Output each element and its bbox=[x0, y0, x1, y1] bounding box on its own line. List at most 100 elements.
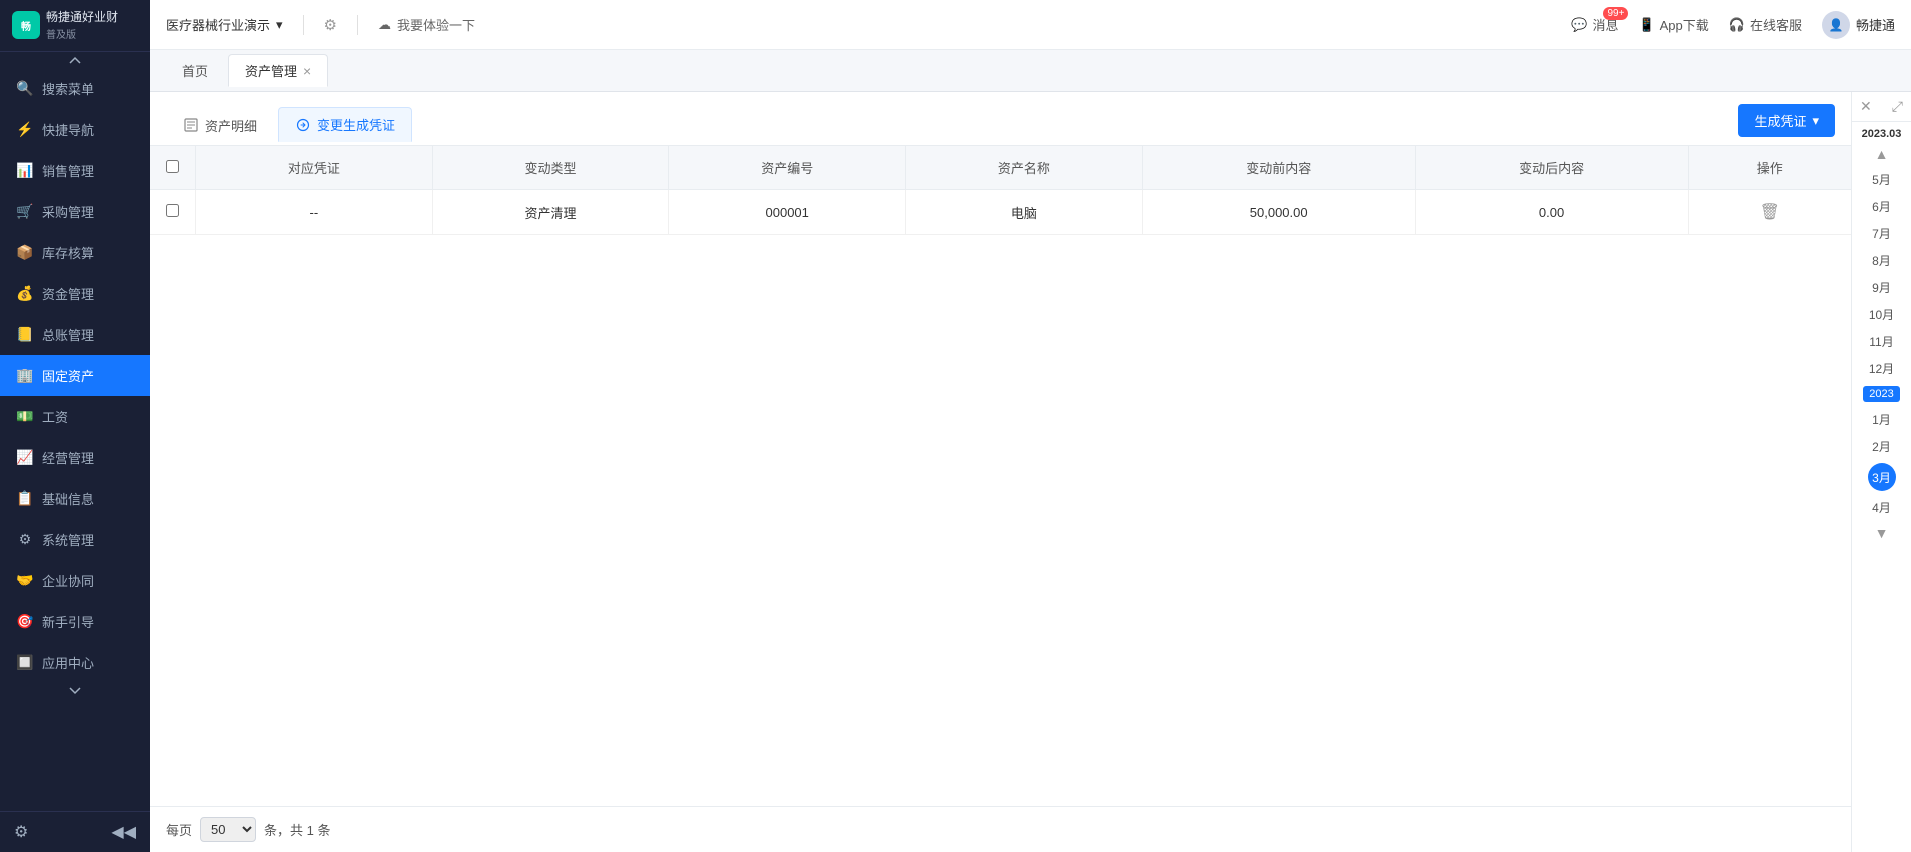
settings-gear-icon[interactable]: ⚙ bbox=[324, 16, 337, 34]
sidebar-item-label: 总账管理 bbox=[42, 325, 94, 344]
total-count: 条，共 1 条 bbox=[264, 820, 330, 839]
cell-action: 🗑 bbox=[1688, 190, 1851, 235]
panel-close-button[interactable]: ✕ bbox=[1860, 98, 1872, 115]
nav-down-arrow[interactable]: ▼ bbox=[1852, 521, 1911, 545]
settings-icon[interactable]: ⚙ bbox=[14, 822, 28, 842]
sidebar-scroll-down[interactable] bbox=[0, 683, 150, 699]
month-item-8[interactable]: 8月 bbox=[1852, 247, 1911, 274]
cell-before-content: 50,000.00 bbox=[1142, 190, 1415, 235]
month-item-11[interactable]: 11月 bbox=[1852, 328, 1911, 355]
collapse-icon[interactable]: ◀◀ bbox=[111, 822, 136, 842]
sidebar-item-search[interactable]: 🔍 搜索菜单 bbox=[0, 68, 150, 109]
tabbar: 首页 资产管理 × bbox=[150, 50, 1911, 92]
subtab-change-generate[interactable]: 变更生成凭证 bbox=[278, 107, 412, 142]
sidebar-item-label: 销售管理 bbox=[42, 161, 94, 180]
right-panel-header: ✕ ⤢ bbox=[1852, 92, 1911, 122]
sidebar-item-label: 应用中心 bbox=[42, 653, 94, 672]
sidebar-logo: 畅 畅捷通好业财 普及版 bbox=[0, 0, 150, 52]
col-before-content: 变动前内容 bbox=[1142, 146, 1415, 190]
month-item-6[interactable]: 6月 bbox=[1852, 193, 1911, 220]
table-header-row: 对应凭证 变动类型 资产编号 资产名称 bbox=[150, 146, 1851, 190]
month-list: ▲ 5月 6月 7月 8月 9月 10月 bbox=[1852, 142, 1911, 852]
message-badge: 99+ bbox=[1603, 7, 1628, 20]
sidebar-item-general-ledger[interactable]: 📒 总账管理 bbox=[0, 314, 150, 355]
sidebar-scroll: 🔍 搜索菜单 ⚡ 快捷导航 📊 销售管理 🛒 采购管理 📦 库存核算 💰 资金管… bbox=[0, 52, 150, 811]
month-item-3-active[interactable]: 3月 bbox=[1868, 463, 1896, 491]
sidebar-item-system[interactable]: ⚙ 系统管理 bbox=[0, 519, 150, 560]
company-selector[interactable]: 医疗器械行业演示 ▾ bbox=[166, 15, 283, 34]
sidebar-item-salary[interactable]: 💵 工资 bbox=[0, 396, 150, 437]
customer-service-label: 在线客服 bbox=[1750, 15, 1802, 34]
company-dropdown-icon: ▾ bbox=[276, 17, 283, 33]
sidebar-item-enterprise[interactable]: 🤝 企业协同 bbox=[0, 560, 150, 601]
sidebar-item-label: 采购管理 bbox=[42, 202, 94, 221]
sidebar-item-basic-info[interactable]: 📋 基础信息 bbox=[0, 478, 150, 519]
sidebar-item-purchase[interactable]: 🛒 采购管理 bbox=[0, 191, 150, 232]
topbar-separator bbox=[303, 15, 304, 35]
sidebar-scroll-up[interactable] bbox=[0, 52, 150, 68]
message-btn[interactable]: 💬 消息 99+ bbox=[1571, 15, 1618, 34]
sidebar-item-sales[interactable]: 📊 销售管理 bbox=[0, 150, 150, 191]
subtab-asset-detail-label: 资产明细 bbox=[205, 116, 257, 135]
sidebar-item-operation[interactable]: 📈 经营管理 bbox=[0, 437, 150, 478]
nav-up-arrow[interactable]: ▲ bbox=[1852, 142, 1911, 166]
salary-icon: 💵 bbox=[16, 407, 34, 425]
operation-icon: 📈 bbox=[16, 448, 34, 466]
topbar-separator2 bbox=[357, 15, 358, 35]
sidebar-item-fixed-assets[interactable]: 🏢 固定资产 bbox=[0, 355, 150, 396]
search-icon: 🔍 bbox=[16, 79, 34, 97]
sales-icon: 📊 bbox=[16, 161, 34, 179]
col-change-type: 变动类型 bbox=[432, 146, 669, 190]
app-icon: 📱 bbox=[1638, 17, 1654, 33]
sidebar-item-guide[interactable]: 🎯 新手引导 bbox=[0, 601, 150, 642]
logo-sub: 普及版 bbox=[46, 26, 118, 41]
message-icon: 💬 bbox=[1571, 17, 1587, 33]
tab-close-icon[interactable]: × bbox=[303, 63, 311, 79]
sidebar-item-quick-nav[interactable]: ⚡ 快捷导航 bbox=[0, 109, 150, 150]
generate-voucher-button[interactable]: 生成凭证 ▾ bbox=[1738, 104, 1835, 137]
company-name: 医疗器械行业演示 bbox=[166, 15, 270, 34]
page-size-select[interactable]: 10 20 50 100 bbox=[200, 817, 256, 842]
tab-asset-management[interactable]: 资产管理 × bbox=[228, 54, 328, 87]
topbar-right: 💬 消息 99+ 📱 App下载 🎧 在线客服 👤 畅捷通 bbox=[1571, 11, 1895, 39]
subtab-asset-detail[interactable]: 资产明细 bbox=[166, 107, 274, 142]
experience-btn[interactable]: ☁ 我要体验一下 bbox=[378, 15, 475, 34]
row-checkbox[interactable] bbox=[166, 204, 179, 217]
change-generate-icon bbox=[295, 117, 311, 133]
subtabs-left: 资产明细 变更生成凭证 bbox=[166, 107, 412, 142]
sidebar-item-funds[interactable]: 💰 资金管理 bbox=[0, 273, 150, 314]
month-item-9[interactable]: 9月 bbox=[1852, 274, 1911, 301]
cell-asset-no: 000001 bbox=[669, 190, 906, 235]
sidebar-item-label: 快捷导航 bbox=[42, 120, 94, 139]
col-asset-name: 资产名称 bbox=[906, 146, 1143, 190]
delete-row-button[interactable]: 🗑 bbox=[1760, 202, 1780, 222]
content-area: 资产明细 变更生成凭证 生成凭证 ▾ bbox=[150, 92, 1911, 852]
app-download-btn[interactable]: 📱 App下载 bbox=[1638, 15, 1708, 34]
col-asset-no: 资产编号 bbox=[669, 146, 906, 190]
month-item-10[interactable]: 10月 bbox=[1852, 301, 1911, 328]
month-item-1[interactable]: 1月 bbox=[1852, 406, 1911, 433]
sidebar-item-app-center[interactable]: 🔲 应用中心 bbox=[0, 642, 150, 683]
panel-expand-button[interactable]: ⤢ bbox=[1892, 98, 1903, 115]
month-item-2[interactable]: 2月 bbox=[1852, 433, 1911, 460]
header-checkbox-cell bbox=[150, 146, 196, 190]
month-item-4[interactable]: 4月 bbox=[1852, 494, 1911, 521]
month-item-5[interactable]: 5月 bbox=[1852, 166, 1911, 193]
customer-service-btn[interactable]: 🎧 在线客服 bbox=[1729, 15, 1802, 34]
sidebar-item-label: 基础信息 bbox=[42, 489, 94, 508]
year-2023-section: 2023 bbox=[1852, 382, 1911, 406]
select-all-checkbox[interactable] bbox=[166, 160, 179, 173]
month-item-12[interactable]: 12月 bbox=[1852, 355, 1911, 382]
quick-nav-icon: ⚡ bbox=[16, 120, 34, 138]
user-menu[interactable]: 👤 畅捷通 bbox=[1822, 11, 1895, 39]
app-center-icon: 🔲 bbox=[16, 653, 34, 671]
sidebar-item-label: 资金管理 bbox=[42, 284, 94, 303]
month-item-7[interactable]: 7月 bbox=[1852, 220, 1911, 247]
sidebar-item-label: 固定资产 bbox=[42, 366, 94, 385]
year-2023-tag: 2023 bbox=[1863, 386, 1899, 402]
month-item-3-wrapper[interactable]: 3月 bbox=[1852, 460, 1911, 494]
avatar: 👤 bbox=[1822, 11, 1850, 39]
tab-home[interactable]: 首页 bbox=[166, 55, 224, 86]
sidebar-item-label: 搜索菜单 bbox=[42, 79, 94, 98]
sidebar-item-inventory[interactable]: 📦 库存核算 bbox=[0, 232, 150, 273]
